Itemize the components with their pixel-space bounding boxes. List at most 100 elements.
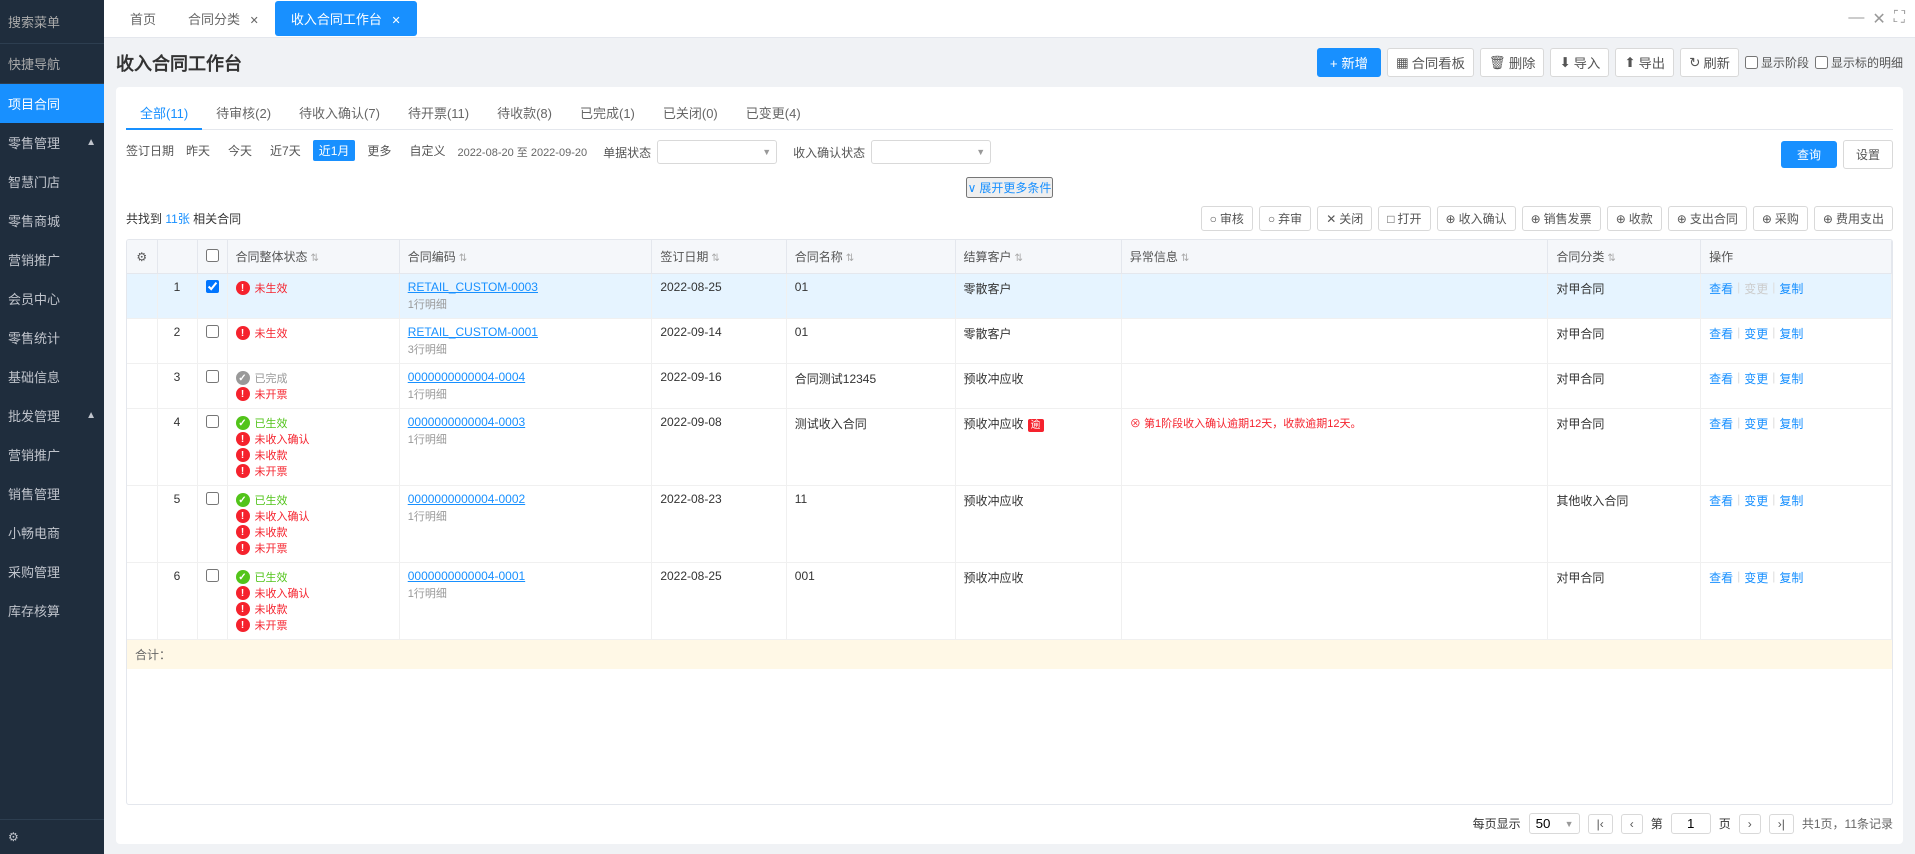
last-page-button[interactable]: ›| xyxy=(1769,814,1794,834)
sidebar-quick-nav[interactable]: 快捷导航 xyxy=(0,44,104,84)
filter-settings-button[interactable]: 设置 xyxy=(1843,140,1893,169)
op-变更[interactable]: 变更 xyxy=(1744,569,1768,586)
row-checkbox[interactable] xyxy=(206,569,219,582)
op-查看[interactable]: 查看 xyxy=(1709,415,1733,432)
row-operations[interactable]: 查看|变更|复制 xyxy=(1701,486,1892,563)
approve-button[interactable]: ○ 审核 xyxy=(1201,206,1253,231)
tab-category[interactable]: 合同分类 ✕ xyxy=(172,1,275,36)
row-checkbox[interactable] xyxy=(206,370,219,383)
close-icon[interactable]: ✕ xyxy=(250,15,259,27)
op-复制[interactable]: 复制 xyxy=(1779,325,1803,342)
op-变更[interactable]: 变更 xyxy=(1744,415,1768,432)
status-tab-all[interactable]: 全部(11) xyxy=(126,97,202,130)
sidebar-item-base[interactable]: 基础信息 xyxy=(0,357,104,396)
export-button[interactable]: ⬆ 导出 xyxy=(1615,48,1674,77)
row-code[interactable]: RETAIL_CUSTOM-00031行明细 xyxy=(399,274,652,319)
contract-code-link[interactable]: 0000000000004-0002 xyxy=(408,492,525,506)
row-operations[interactable]: 查看|变更|复制 xyxy=(1701,274,1892,319)
status-tab-pending-confirm[interactable]: 待收入确认(7) xyxy=(285,97,394,130)
op-变更[interactable]: 变更 xyxy=(1744,325,1768,342)
op-查看[interactable]: 查看 xyxy=(1709,492,1733,509)
row-checkbox[interactable] xyxy=(206,280,219,293)
col-settings[interactable]: ⚙ xyxy=(127,240,157,274)
income-confirm-button[interactable]: ⊕ 收入确认 xyxy=(1437,206,1516,231)
sidebar-search[interactable]: 搜索菜单 xyxy=(0,0,104,44)
op-查看[interactable]: 查看 xyxy=(1709,325,1733,342)
sidebar-settings[interactable]: ⚙ xyxy=(0,819,104,854)
sidebar-item-retail[interactable]: 零售管理 ▲ xyxy=(0,123,104,162)
row-operations[interactable]: 查看|变更|复制 xyxy=(1701,319,1892,364)
refresh-button[interactable]: ↻ 刷新 xyxy=(1680,48,1739,77)
page-size-select[interactable]: 50 100 200 xyxy=(1529,813,1580,834)
row-checkbox-cell[interactable] xyxy=(197,409,227,486)
sidebar-item-marketing1[interactable]: 营销推广 xyxy=(0,240,104,279)
reject-button[interactable]: ○ 弃审 xyxy=(1259,206,1311,231)
row-checkbox[interactable] xyxy=(206,492,219,505)
contract-code-link[interactable]: 0000000000004-0004 xyxy=(408,370,525,384)
contract-code-link[interactable]: 0000000000004-0003 xyxy=(408,415,525,429)
op-变更[interactable]: 变更 xyxy=(1744,492,1768,509)
sidebar-item-wholesale[interactable]: 批发管理 ▲ xyxy=(0,396,104,435)
doc-status-select[interactable] xyxy=(657,140,777,164)
open-button[interactable]: □ 打开 xyxy=(1378,206,1430,231)
status-tab-completed[interactable]: 已完成(1) xyxy=(566,97,649,130)
op-变更[interactable]: 变更 xyxy=(1744,370,1768,387)
sales-invoice-button[interactable]: ⊕ 销售发票 xyxy=(1522,206,1601,231)
receipt-confirm-select[interactable] xyxy=(871,140,991,164)
close-icon[interactable]: ✕ xyxy=(392,15,401,27)
expense-contract-button[interactable]: ⊕ 支出合同 xyxy=(1668,206,1747,231)
sidebar-item-purchase[interactable]: 采购管理 xyxy=(0,552,104,591)
select-all-checkbox[interactable] xyxy=(206,249,219,262)
col-check[interactable] xyxy=(197,240,227,274)
op-变更[interactable]: 变更 xyxy=(1744,280,1768,297)
date-btn-7days[interactable]: 近7天 xyxy=(264,140,307,161)
op-复制[interactable]: 复制 xyxy=(1779,569,1803,586)
date-btn-more[interactable]: 更多 xyxy=(361,140,397,161)
op-查看[interactable]: 查看 xyxy=(1709,370,1733,387)
op-复制[interactable]: 复制 xyxy=(1779,415,1803,432)
sidebar-item-marketing2[interactable]: 营销推广 xyxy=(0,435,104,474)
sidebar-item-sales[interactable]: 销售管理 xyxy=(0,474,104,513)
sidebar-item-ecom[interactable]: 小畅电商 xyxy=(0,513,104,552)
row-checkbox-cell[interactable] xyxy=(197,486,227,563)
row-code[interactable]: 0000000000004-00041行明细 xyxy=(399,364,652,409)
sidebar-item-online[interactable]: 零售商城 xyxy=(0,201,104,240)
op-复制[interactable]: 复制 xyxy=(1779,492,1803,509)
first-page-button[interactable]: |‹ xyxy=(1588,814,1613,834)
status-tab-pending-payment[interactable]: 待收款(8) xyxy=(483,97,566,130)
contract-code-link[interactable]: RETAIL_CUSTOM-0003 xyxy=(408,280,538,294)
page-number-input[interactable] xyxy=(1671,813,1711,834)
row-operations[interactable]: 查看|变更|复制 xyxy=(1701,364,1892,409)
sidebar-item-inventory[interactable]: 库存核算 xyxy=(0,591,104,630)
row-operations[interactable]: 查看|变更|复制 xyxy=(1701,409,1892,486)
purchase-button[interactable]: ⊕ 采购 xyxy=(1753,206,1808,231)
row-operations[interactable]: 查看|变更|复制 xyxy=(1701,563,1892,640)
op-查看[interactable]: 查看 xyxy=(1709,569,1733,586)
status-tab-pending-review[interactable]: 待审核(2) xyxy=(202,97,285,130)
delete-button[interactable]: 🗑 删除 xyxy=(1480,48,1545,77)
date-btn-yesterday[interactable]: 昨天 xyxy=(180,140,216,161)
prev-page-button[interactable]: ‹ xyxy=(1621,814,1643,834)
status-tab-pending-invoice[interactable]: 待开票(11) xyxy=(394,97,483,130)
next-page-button[interactable]: › xyxy=(1739,814,1761,834)
date-btn-1month[interactable]: 近1月 xyxy=(313,140,356,161)
row-code[interactable]: 0000000000004-00031行明细 xyxy=(399,409,652,486)
expand-filter-button[interactable]: ∨ 展开更多条件 xyxy=(966,177,1054,198)
op-复制[interactable]: 复制 xyxy=(1779,280,1803,297)
row-checkbox[interactable] xyxy=(206,415,219,428)
op-查看[interactable]: 查看 xyxy=(1709,280,1733,297)
row-checkbox[interactable] xyxy=(206,325,219,338)
sidebar-item-project[interactable]: 项目合同 xyxy=(0,84,104,123)
show-details-checkbox[interactable]: 显示标的明细 xyxy=(1815,54,1903,71)
new-button[interactable]: + 新增 xyxy=(1317,48,1381,77)
row-checkbox-cell[interactable] xyxy=(197,364,227,409)
row-code[interactable]: 0000000000004-00021行明细 xyxy=(399,486,652,563)
tab-home[interactable]: 首页 xyxy=(114,1,172,36)
show-stages-checkbox[interactable]: 显示阶段 xyxy=(1745,54,1809,71)
contract-code-link[interactable]: RETAIL_CUSTOM-0001 xyxy=(408,325,538,339)
row-checkbox-cell[interactable] xyxy=(197,274,227,319)
date-btn-today[interactable]: 今天 xyxy=(222,140,258,161)
row-code[interactable]: 0000000000004-00011行明细 xyxy=(399,563,652,640)
status-tab-closed[interactable]: 已关闭(0) xyxy=(649,97,732,130)
tab-workbench[interactable]: 收入合同工作台 ✕ xyxy=(275,1,417,36)
